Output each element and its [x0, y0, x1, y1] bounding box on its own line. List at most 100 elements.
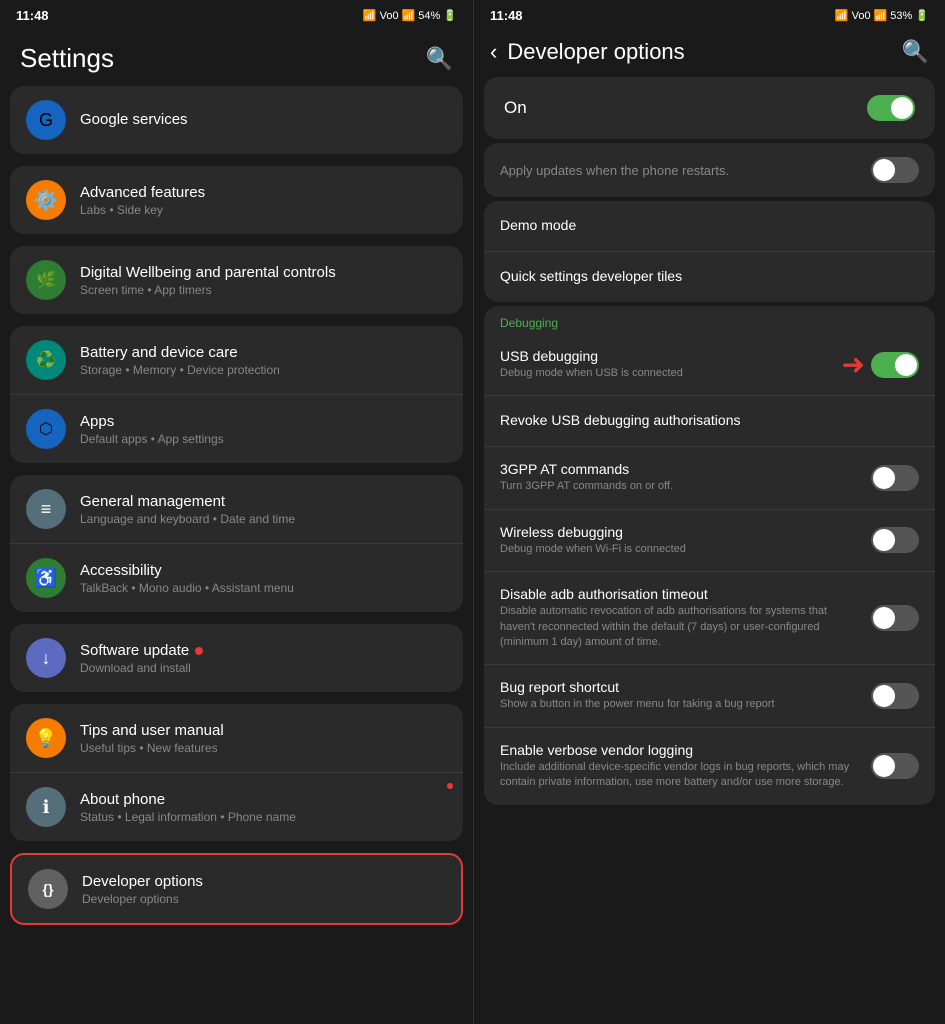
tips-subtitle: Useful tips • New features [80, 741, 447, 755]
dev-on-row[interactable]: On [484, 77, 935, 139]
quicktiles-row[interactable]: Quick settings developer tiles [484, 252, 935, 302]
wireless-debug-subtitle: Debug mode when Wi-Fi is connected [500, 542, 861, 557]
wireless-debug-title: Wireless debugging [500, 524, 861, 540]
revoke-usb-text: Revoke USB debugging authorisations [500, 412, 909, 430]
accessibility-text: Accessibility TalkBack • Mono audio • As… [80, 562, 447, 595]
demo-mode-title: Demo mode [500, 217, 909, 233]
3gpp-text: 3GPP AT commands Turn 3GPP AT commands o… [500, 461, 861, 494]
bug-report-subtitle: Show a button in the power menu for taki… [500, 697, 861, 712]
developer-item[interactable]: {} Developer options Developer options [12, 855, 461, 923]
usb-red-arrow: ➜ [842, 348, 865, 381]
tips-item[interactable]: 💡 Tips and user manual Useful tips • New… [10, 704, 463, 773]
general-subtitle: Language and keyboard • Date and time [80, 512, 447, 526]
disable-adb-toggle[interactable] [871, 605, 919, 631]
google-text: Google services [80, 111, 447, 130]
verbose-logging-row[interactable]: Enable verbose vendor logging Include ad… [484, 728, 935, 805]
disable-adb-text: Disable adb authorisation timeout Disabl… [500, 586, 861, 650]
left-page-title: Settings [20, 43, 114, 74]
right-search-icon[interactable]: 🔍 [902, 39, 929, 65]
standalone-rows-group: Demo mode Quick settings developer tiles [484, 201, 935, 302]
wireless-debug-row[interactable]: Wireless debugging Debug mode when Wi-Fi… [484, 510, 935, 572]
usb-debug-knob [895, 354, 917, 376]
wifi-icon: 📶 [363, 9, 377, 22]
left-panel: 11:48 📶 Vo0 📶 54% 🔋 Settings 🔍 G Google … [0, 0, 473, 1024]
dev-options-list: On Apply updates when the phone restarts… [474, 77, 945, 1024]
3gpp-subtitle: Turn 3GPP AT commands on or off. [500, 479, 861, 494]
advanced-text: Advanced features Labs • Side key [80, 184, 447, 217]
left-time: 11:48 [16, 8, 49, 23]
usb-debug-toggle[interactable] [871, 352, 919, 378]
right-wifi-icon: 📶 [835, 9, 849, 22]
verbose-logging-text: Enable verbose vendor logging Include ad… [500, 742, 861, 791]
advanced-title: Advanced features [80, 184, 447, 201]
usb-debug-subtitle: Debug mode when USB is connected [500, 366, 832, 381]
quicktiles-title: Quick settings developer tiles [500, 268, 909, 284]
right-lte-icon: 📶 [874, 9, 888, 22]
google-icon: G [26, 100, 66, 140]
bug-report-row[interactable]: Bug report shortcut Show a button in the… [484, 665, 935, 727]
revoke-usb-row[interactable]: Revoke USB debugging authorisations [484, 396, 935, 447]
demo-mode-row[interactable]: Demo mode [484, 201, 935, 252]
google-item[interactable]: G Google services [10, 86, 463, 154]
right-page-title: Developer options [507, 39, 891, 65]
bug-report-title: Bug report shortcut [500, 679, 861, 695]
digital-subtitle: Screen time • App timers [80, 283, 447, 297]
tips-text: Tips and user manual Useful tips • New f… [80, 722, 447, 755]
accessibility-title: Accessibility [80, 562, 447, 579]
about-icon: ℹ [26, 787, 66, 827]
advanced-icon: ⚙️ [26, 180, 66, 220]
3gpp-knob [873, 467, 895, 489]
left-settings-list: G Google services ⚙️ Advanced features L… [0, 86, 473, 1024]
3gpp-toggle[interactable] [871, 465, 919, 491]
advanced-item[interactable]: ⚙️ Advanced features Labs • Side key [10, 166, 463, 234]
left-status-icons: 📶 Vo0 📶 54% 🔋 [363, 9, 457, 22]
apps-title: Apps [80, 413, 447, 430]
disable-adb-subtitle: Disable automatic revocation of adb auth… [500, 604, 861, 650]
battery-icon-left: 🔋 [443, 9, 457, 22]
disable-adb-row[interactable]: Disable adb authorisation timeout Disabl… [484, 572, 935, 665]
apps-item[interactable]: ⬡ Apps Default apps • App settings [10, 395, 463, 463]
apply-updates-knob [873, 159, 895, 181]
3gpp-title: 3GPP AT commands [500, 461, 861, 477]
3gpp-row[interactable]: 3GPP AT commands Turn 3GPP AT commands o… [484, 447, 935, 509]
about-subtitle: Status • Legal information • Phone name [80, 810, 447, 824]
software-text: Software update Download and install [80, 642, 447, 675]
dev-on-toggle-knob [891, 97, 913, 119]
usb-debug-text: USB debugging Debug mode when USB is con… [500, 348, 832, 381]
google-title: Google services [80, 111, 447, 128]
battery-title: Battery and device care [80, 344, 447, 361]
left-page-header: Settings 🔍 [0, 27, 473, 86]
right-battery: 53% [890, 10, 912, 22]
left-search-icon[interactable]: 🔍 [426, 46, 453, 72]
google-group: G Google services [10, 86, 463, 154]
bug-report-toggle[interactable] [871, 683, 919, 709]
digital-item[interactable]: 🌿 Digital Wellbeing and parental control… [10, 246, 463, 314]
digital-text: Digital Wellbeing and parental controls … [80, 264, 447, 297]
tips-icon: 💡 [26, 718, 66, 758]
about-item[interactable]: ℹ About phone Status • Legal information… [10, 773, 463, 841]
general-item[interactable]: ≡ General management Language and keyboa… [10, 475, 463, 544]
developer-icon: {} [28, 869, 68, 909]
digital-group: 🌿 Digital Wellbeing and parental control… [10, 246, 463, 314]
apply-updates-row[interactable]: Apply updates when the phone restarts. [484, 143, 935, 197]
software-icon: ↓ [26, 638, 66, 678]
battery-subtitle: Storage • Memory • Device protection [80, 363, 447, 377]
software-title: Software update [80, 642, 447, 659]
bug-report-knob [873, 685, 895, 707]
verbose-logging-toggle[interactable] [871, 753, 919, 779]
usb-debug-row[interactable]: USB debugging Debug mode when USB is con… [484, 334, 935, 396]
lte-icon: 📶 [402, 9, 416, 22]
debugging-section: Debugging USB debugging Debug mode when … [484, 306, 935, 805]
wireless-debug-toggle[interactable] [871, 527, 919, 553]
accessibility-item[interactable]: ♿ Accessibility TalkBack • Mono audio • … [10, 544, 463, 612]
battery-text: Battery and device care Storage • Memory… [80, 344, 447, 377]
dev-on-toggle[interactable] [867, 95, 915, 121]
developer-subtitle: Developer options [82, 892, 445, 906]
battery-item[interactable]: ♻️ Battery and device care Storage • Mem… [10, 326, 463, 395]
right-signal-icon: Vo0 [852, 10, 871, 22]
back-button[interactable]: ‹ [490, 39, 497, 65]
wireless-debug-knob [873, 529, 895, 551]
software-item[interactable]: ↓ Software update Download and install [10, 624, 463, 692]
apply-updates-toggle[interactable] [871, 157, 919, 183]
right-time: 11:48 [490, 8, 523, 23]
